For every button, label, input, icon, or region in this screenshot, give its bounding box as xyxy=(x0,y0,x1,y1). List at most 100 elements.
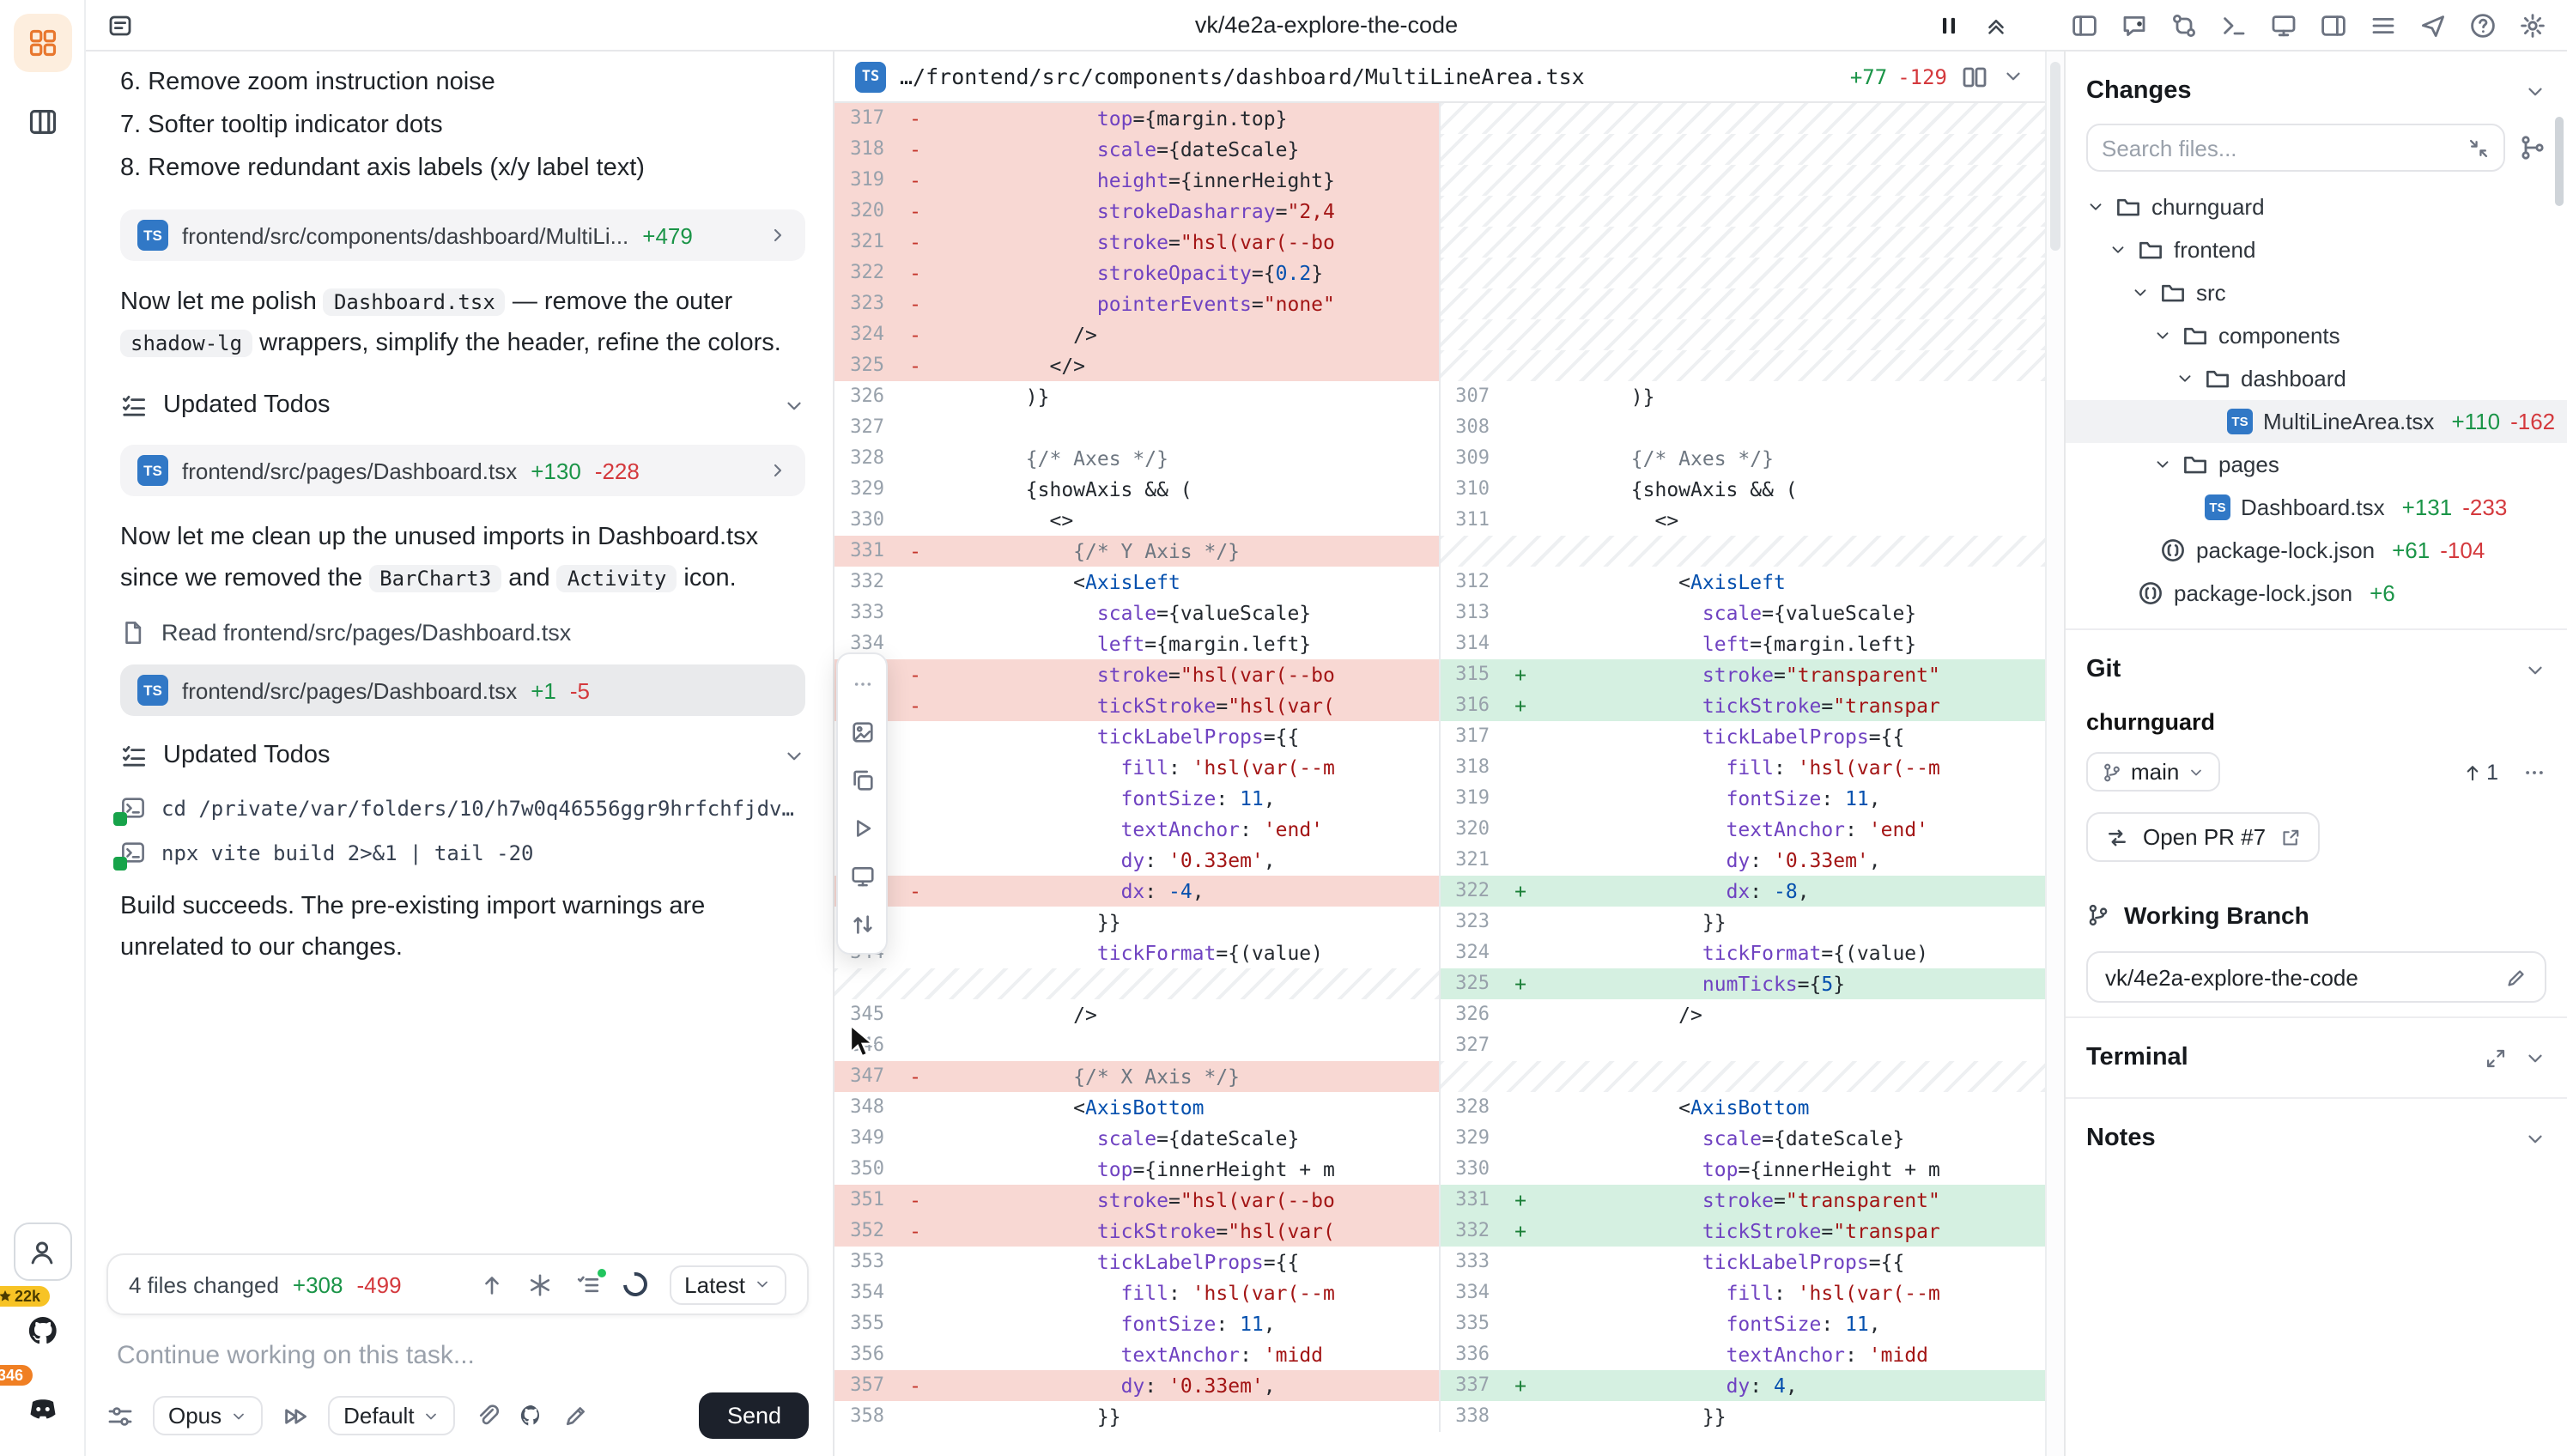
terminal-section-header[interactable]: Terminal xyxy=(2086,1032,2546,1083)
collapse-up-icon[interactable] xyxy=(1983,12,2009,38)
open-in-browser-icon[interactable] xyxy=(840,853,884,898)
diff-line[interactable]: 316+ tickStroke="transpar xyxy=(1440,690,2045,721)
diff-line[interactable]: 349 scale={dateScale} xyxy=(834,1123,1440,1154)
chat-messages[interactable]: 6. Remove zoom instruction noise7. Softe… xyxy=(86,52,833,1253)
diff-line[interactable]: 357- dy: '0.33em', xyxy=(834,1370,1440,1401)
diff-line[interactable]: 345 /> xyxy=(834,999,1440,1030)
mode-selector[interactable]: Default xyxy=(328,1396,455,1435)
diff-line[interactable]: 333 scale={valueScale} xyxy=(834,598,1440,628)
send-button[interactable]: Send xyxy=(700,1392,809,1439)
diff-line[interactable]: 319 fontSize: 11, xyxy=(1440,783,2045,814)
diff-line[interactable]: 328 <AxisBottom xyxy=(1440,1092,2045,1123)
monitor-icon[interactable] xyxy=(2270,11,2297,39)
diff-line[interactable]: 321 dy: '0.33em', xyxy=(1440,845,2045,876)
diff-line[interactable]: 324 tickFormat={(value) xyxy=(1440,937,2045,968)
more-options-icon[interactable] xyxy=(2522,760,2546,784)
diff-line[interactable]: 337 tickLabelProps={{ xyxy=(834,721,1440,752)
read-file-row[interactable]: Read frontend/src/pages/Dashboard.tsx xyxy=(120,620,805,646)
todos-status-icon[interactable] xyxy=(574,1271,600,1297)
diff-line[interactable]: 341 dy: '0.33em', xyxy=(834,845,1440,876)
diff-line[interactable]: 322+ dx: -8, xyxy=(1440,876,2045,907)
diff-line[interactable]: 332 <AxisLeft xyxy=(834,567,1440,598)
skip-icon[interactable] xyxy=(282,1402,309,1429)
diff-line[interactable]: 346 xyxy=(834,1030,1440,1061)
diff-line[interactable]: 340 textAnchor: 'end' xyxy=(834,814,1440,845)
diff-line[interactable]: 312 <AxisLeft xyxy=(1440,567,2045,598)
github-button[interactable] xyxy=(13,1301,71,1360)
diff-line[interactable]: 344 tickFormat={(value) xyxy=(834,937,1440,968)
diff-line[interactable]: 347- {/* X Axis */} xyxy=(834,1061,1440,1092)
diff-line[interactable]: 335 fontSize: 11, xyxy=(1440,1308,2045,1339)
diff-line[interactable]: 336- tickStroke="hsl(var( xyxy=(834,690,1440,721)
tree-file-MultiLineArea.tsx[interactable]: TSMultiLineArea.tsx+110-162 xyxy=(2066,400,2567,443)
diff-line[interactable]: 331+ stroke="transparent" xyxy=(1440,1185,2045,1216)
search-files-input[interactable]: Search files... xyxy=(2086,124,2505,172)
diff-line[interactable]: 329 scale={dateScale} xyxy=(1440,1123,2045,1154)
diff-line[interactable]: 343 }} xyxy=(834,907,1440,937)
diff-line[interactable]: 334 left={margin.left} xyxy=(834,628,1440,659)
diff-line[interactable]: 317- top={margin.top} xyxy=(834,103,1440,134)
tree-file-Dashboard.tsx[interactable]: TSDashboard.tsx+131-233 xyxy=(2066,486,2567,529)
diff-line[interactable]: 337+ dy: 4, xyxy=(1440,1370,2045,1401)
file-change-chip[interactable]: TS frontend/src/pages/Dashboard.tsx +130… xyxy=(120,445,805,496)
diff-line[interactable]: 326 )} xyxy=(834,381,1440,412)
diff-line[interactable]: 351- stroke="hsl(var(--bo xyxy=(834,1185,1440,1216)
share-icon[interactable] xyxy=(2419,11,2447,39)
app-logo-button[interactable] xyxy=(13,14,71,72)
diff-line[interactable]: 356 textAnchor: 'midd xyxy=(834,1339,1440,1370)
diff-line[interactable]: 319- height={innerHeight} xyxy=(834,165,1440,196)
tree-folder-churnguard[interactable]: churnguard xyxy=(2066,185,2567,228)
diff-line[interactable]: 325- </> xyxy=(834,350,1440,381)
discord-button[interactable] xyxy=(13,1380,71,1439)
expand-icon[interactable] xyxy=(2485,1046,2507,1069)
diff-line[interactable]: 350 top={innerHeight + m xyxy=(834,1154,1440,1185)
diff-line[interactable]: 331- {/* Y Axis */} xyxy=(834,536,1440,567)
diff-line[interactable]: 311 <> xyxy=(1440,505,2045,536)
diff-line[interactable]: 339 fontSize: 11, xyxy=(834,783,1440,814)
model-settings-icon[interactable] xyxy=(106,1402,134,1429)
file-change-chip[interactable]: TS frontend/src/pages/Dashboard.tsx +1 -… xyxy=(120,664,805,716)
tree-file-package-lock.json[interactable]: package-lock.json+61-104 xyxy=(2066,529,2567,572)
version-selector[interactable]: Latest xyxy=(669,1265,786,1304)
terminal-icon[interactable] xyxy=(2220,11,2248,39)
diff-line[interactable]: 322- strokeOpacity={0.2} xyxy=(834,258,1440,288)
diff-line[interactable]: 358 }} xyxy=(834,1401,1440,1432)
changes-section-header[interactable]: Changes xyxy=(2086,65,2546,117)
tree-folder-src[interactable]: src xyxy=(2066,271,2567,314)
changes-status-bar[interactable]: 4 files changed +308 -499 Latest xyxy=(106,1253,809,1315)
tree-view-icon[interactable] xyxy=(2519,134,2546,161)
diff-line[interactable]: 320 textAnchor: 'end' xyxy=(1440,814,2045,845)
diff-line[interactable]: 329 {showAxis && ( xyxy=(834,474,1440,505)
help-icon[interactable] xyxy=(2469,11,2497,39)
diff-line[interactable]: 354 fill: 'hsl(var(--m xyxy=(834,1277,1440,1308)
tree-folder-frontend[interactable]: frontend xyxy=(2066,228,2567,271)
attach-icon[interactable] xyxy=(475,1403,501,1429)
settings-gear-icon[interactable] xyxy=(2519,11,2546,39)
diff-line[interactable]: 326 /> xyxy=(1440,999,2045,1030)
tree-folder-components[interactable]: components xyxy=(2066,314,2567,357)
diff-line[interactable]: 328 {/* Axes */} xyxy=(834,443,1440,474)
diff-line[interactable]: 330 <> xyxy=(834,505,1440,536)
diff-line[interactable]: 309 {/* Axes */} xyxy=(1440,443,2045,474)
github-icon[interactable] xyxy=(519,1403,545,1429)
working-branch-field[interactable]: vk/4e2a-explore-the-code xyxy=(2086,951,2546,1003)
diff-line[interactable]: 315+ stroke="transparent" xyxy=(1440,659,2045,690)
run-icon[interactable] xyxy=(840,805,884,850)
compare-icon[interactable] xyxy=(840,901,884,946)
diff-line[interactable]: 334 fill: 'hsl(var(--m xyxy=(1440,1277,2045,1308)
diff-line[interactable]: 323 }} xyxy=(1440,907,2045,937)
collapse-all-icon[interactable] xyxy=(2467,136,2490,159)
notes-section-header[interactable]: Notes xyxy=(2086,1113,2546,1164)
menu-icon[interactable] xyxy=(2370,11,2397,39)
diff-line[interactable]: 335- stroke="hsl(var(--bo xyxy=(834,659,1440,690)
diff-line[interactable]: 348 <AxisBottom xyxy=(834,1092,1440,1123)
diff-line[interactable]: 317 tickLabelProps={{ xyxy=(1440,721,2045,752)
diff-line[interactable]: 318- scale={dateScale} xyxy=(834,134,1440,165)
diff-line[interactable]: 314 left={margin.left} xyxy=(1440,628,2045,659)
ahead-count[interactable]: 1 xyxy=(2462,760,2498,784)
threads-icon[interactable] xyxy=(106,11,134,39)
image-diff-icon[interactable] xyxy=(840,709,884,754)
open-pr-button[interactable]: Open PR #7 xyxy=(2086,812,2319,862)
tree-file-package-lock.json[interactable]: package-lock.json+6 xyxy=(2066,572,2567,615)
model-selector[interactable]: Opus xyxy=(153,1396,263,1435)
